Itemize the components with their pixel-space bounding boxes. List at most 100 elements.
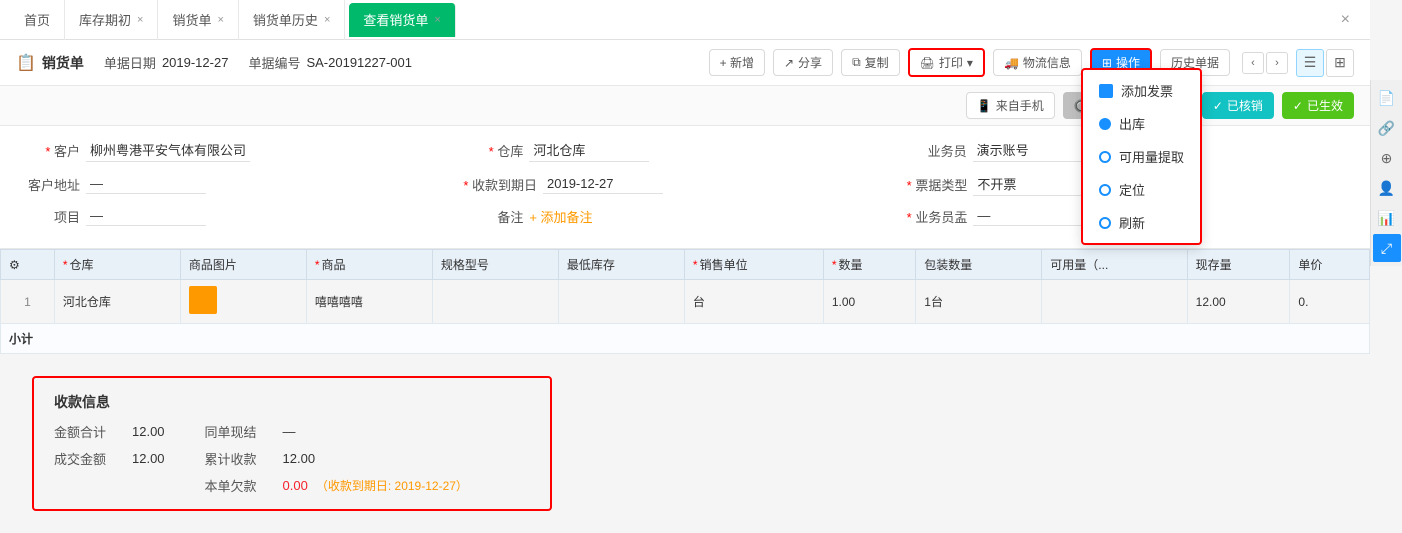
transaction-row: 成交金额 12.00 [54,449,165,468]
tab-view-sales[interactable]: 查看销货单 × [349,3,455,37]
sidebar-user-icon[interactable]: 👤 [1373,174,1401,202]
payment-rows: 金额合计 12.00 成交金额 12.00 同单现结 — [54,422,530,495]
pending-value: 0.00 [283,478,308,493]
cumulative-label: 累计收款 [205,449,275,468]
product-table-container: ⚙ *仓库 商品图片 *商品 规格型号 最低库存 *销售单位 *数量 包装数量 … [0,249,1370,354]
customer-field: 客户 柳州粤港平安气体有限公司 [20,138,463,162]
warehouse-value[interactable]: 河北仓库 [529,138,649,162]
product-table: ⚙ *仓库 商品图片 *商品 规格型号 最低库存 *销售单位 *数量 包装数量 … [0,249,1370,354]
warehouse-label: 仓库 [463,141,523,160]
voided-button[interactable]: ✓ 已核销 [1202,92,1274,119]
date-value: 2019-12-27 [162,55,229,70]
transaction-label: 成交金额 [54,449,124,468]
tab-home[interactable]: 首页 [10,0,65,40]
close-history-tab[interactable]: × [324,14,330,26]
same-order-row: 同单现结 — [205,422,468,441]
ticket-type-value[interactable]: 不开票 [973,172,1093,196]
payment-date-label: 收款到期日 [463,175,537,194]
doc-number-field: 单据编号 SA-20191227-001 [248,53,412,72]
list-view-button[interactable]: ☰ [1296,49,1324,77]
salesperson-label: 业务员盂 [907,207,968,226]
available-qty-label: 可用量提取 [1119,147,1184,166]
gear-icon: ⚙ [9,258,20,272]
address-label: 客户地址 [20,175,80,194]
row-current-stock: 12.00 [1187,280,1290,324]
col-pack-qty: 包装数量 [916,250,1042,280]
add-remark-button[interactable]: 添加备注 [529,207,592,226]
row-product-img [180,280,306,324]
prev-button[interactable]: ‹ [1242,52,1264,74]
col-current-stock: 现存量 [1187,250,1290,280]
doc-actions: + 新增 ↗ 分享 ⧉ 复制 🖨 打印 ▾ 🚚 物流信息 [709,48,1354,77]
tab-sales-history[interactable]: 销货单历史 × [239,0,345,40]
row-number: 1 [1,280,55,324]
payment-info-section: 收款信息 金额合计 12.00 成交金额 12.00 [32,376,552,511]
sidebar-link-icon[interactable]: 🔗 [1373,114,1401,142]
col-product-img: 商品图片 [180,250,306,280]
row-spec [432,280,558,324]
outbound-label: 出库 [1119,114,1145,133]
locate-icon [1099,184,1111,196]
ticket-type-label: 票据类型 [907,175,968,194]
tab-sales-order[interactable]: 销货单 × [158,0,238,40]
col-available: 可用量（... [1042,250,1187,280]
project-value[interactable]: — [86,206,206,226]
payment-col-1: 金额合计 12.00 成交金额 12.00 [54,422,165,495]
address-field: 客户地址 — [20,174,463,194]
share-button[interactable]: ↗ 分享 [773,49,833,76]
new-button[interactable]: + 新增 [709,49,765,76]
payment-col-2: 同单现结 — 累计收款 12.00 本单欠款 0.00 （收款到期日: 2019… [205,422,468,495]
total-amount-row: 金额合计 12.00 [54,422,165,441]
tab-inventory-init[interactable]: 库存期初 × [65,0,158,40]
cumulative-row: 累计收款 12.00 [205,449,468,468]
copy-button[interactable]: ⧉ 复制 [841,49,900,76]
same-order-label: 同单现结 [205,422,275,441]
copy-icon: ⧉ [852,55,861,70]
operations-dropdown: 添加发票 出库 可用量提取 定位 刷新 [1081,68,1202,245]
pending-note: （收款到期日: 2019-12-27） [316,477,468,494]
global-close-button[interactable]: × [1331,11,1360,29]
next-button[interactable]: › [1266,52,1288,74]
table-row: 1 河北仓库 嘻嘻嘻嘻 台 1.00 1台 12.00 0. [1,280,1370,324]
row-warehouse: 河北仓库 [54,280,180,324]
address-value[interactable]: — [86,174,206,194]
menu-item-outbound[interactable]: 出库 [1083,107,1200,140]
cumulative-value: 12.00 [283,451,316,466]
col-sales-unit: *销售单位 [684,250,823,280]
close-sales-tab[interactable]: × [217,14,223,26]
total-value: 12.00 [132,424,165,439]
row-min-stock [558,280,684,324]
sidebar-doc-icon[interactable]: 📄 [1373,84,1401,112]
same-order-value: — [283,424,296,439]
nav-arrows: ‹ › [1242,52,1288,74]
staff-label: 业务员 [907,141,967,160]
row-unit-price: 0. [1290,280,1370,324]
print-button[interactable]: 🖨 打印 ▾ [908,48,985,77]
close-view-sales-tab[interactable]: × [434,14,440,26]
row-product: 嘻嘻嘻嘻 [306,280,432,324]
customer-value[interactable]: 柳州粤港平安气体有限公司 [86,138,250,162]
col-settings[interactable]: ⚙ [1,250,55,280]
close-inventory-tab[interactable]: × [137,14,143,26]
sidebar-chart-icon[interactable]: 📊 [1373,204,1401,232]
table-header-row: ⚙ *仓库 商品图片 *商品 规格型号 最低库存 *销售单位 *数量 包装数量 … [1,250,1370,280]
refresh-icon [1099,217,1111,229]
col-product: *商品 [306,250,432,280]
menu-item-add-invoice[interactable]: 添加发票 [1083,74,1200,107]
customer-label: 客户 [20,141,80,160]
menu-item-available-qty[interactable]: 可用量提取 [1083,140,1200,173]
col-quantity: *数量 [823,250,915,280]
payment-date-value[interactable]: 2019-12-27 [543,174,663,194]
from-phone-button[interactable]: 📱 来自手机 [966,92,1055,119]
menu-item-locate[interactable]: 定位 [1083,173,1200,206]
menu-item-refresh[interactable]: 刷新 [1083,206,1200,239]
grid-view-button[interactable]: ⊞ [1326,49,1354,77]
row-available [1042,280,1187,324]
sidebar-add-icon[interactable]: ⊕ [1373,144,1401,172]
pending-row: 本单欠款 0.00 （收款到期日: 2019-12-27） [205,476,468,495]
doc-date-field: 单据日期 2019-12-27 [104,53,229,72]
salesperson-value[interactable]: — [973,206,1093,226]
sidebar-expand-icon[interactable]: ⤢ [1373,234,1401,262]
effective-button[interactable]: ✓ 已生效 [1282,92,1354,119]
logistics-button[interactable]: 🚚 物流信息 [993,49,1082,76]
